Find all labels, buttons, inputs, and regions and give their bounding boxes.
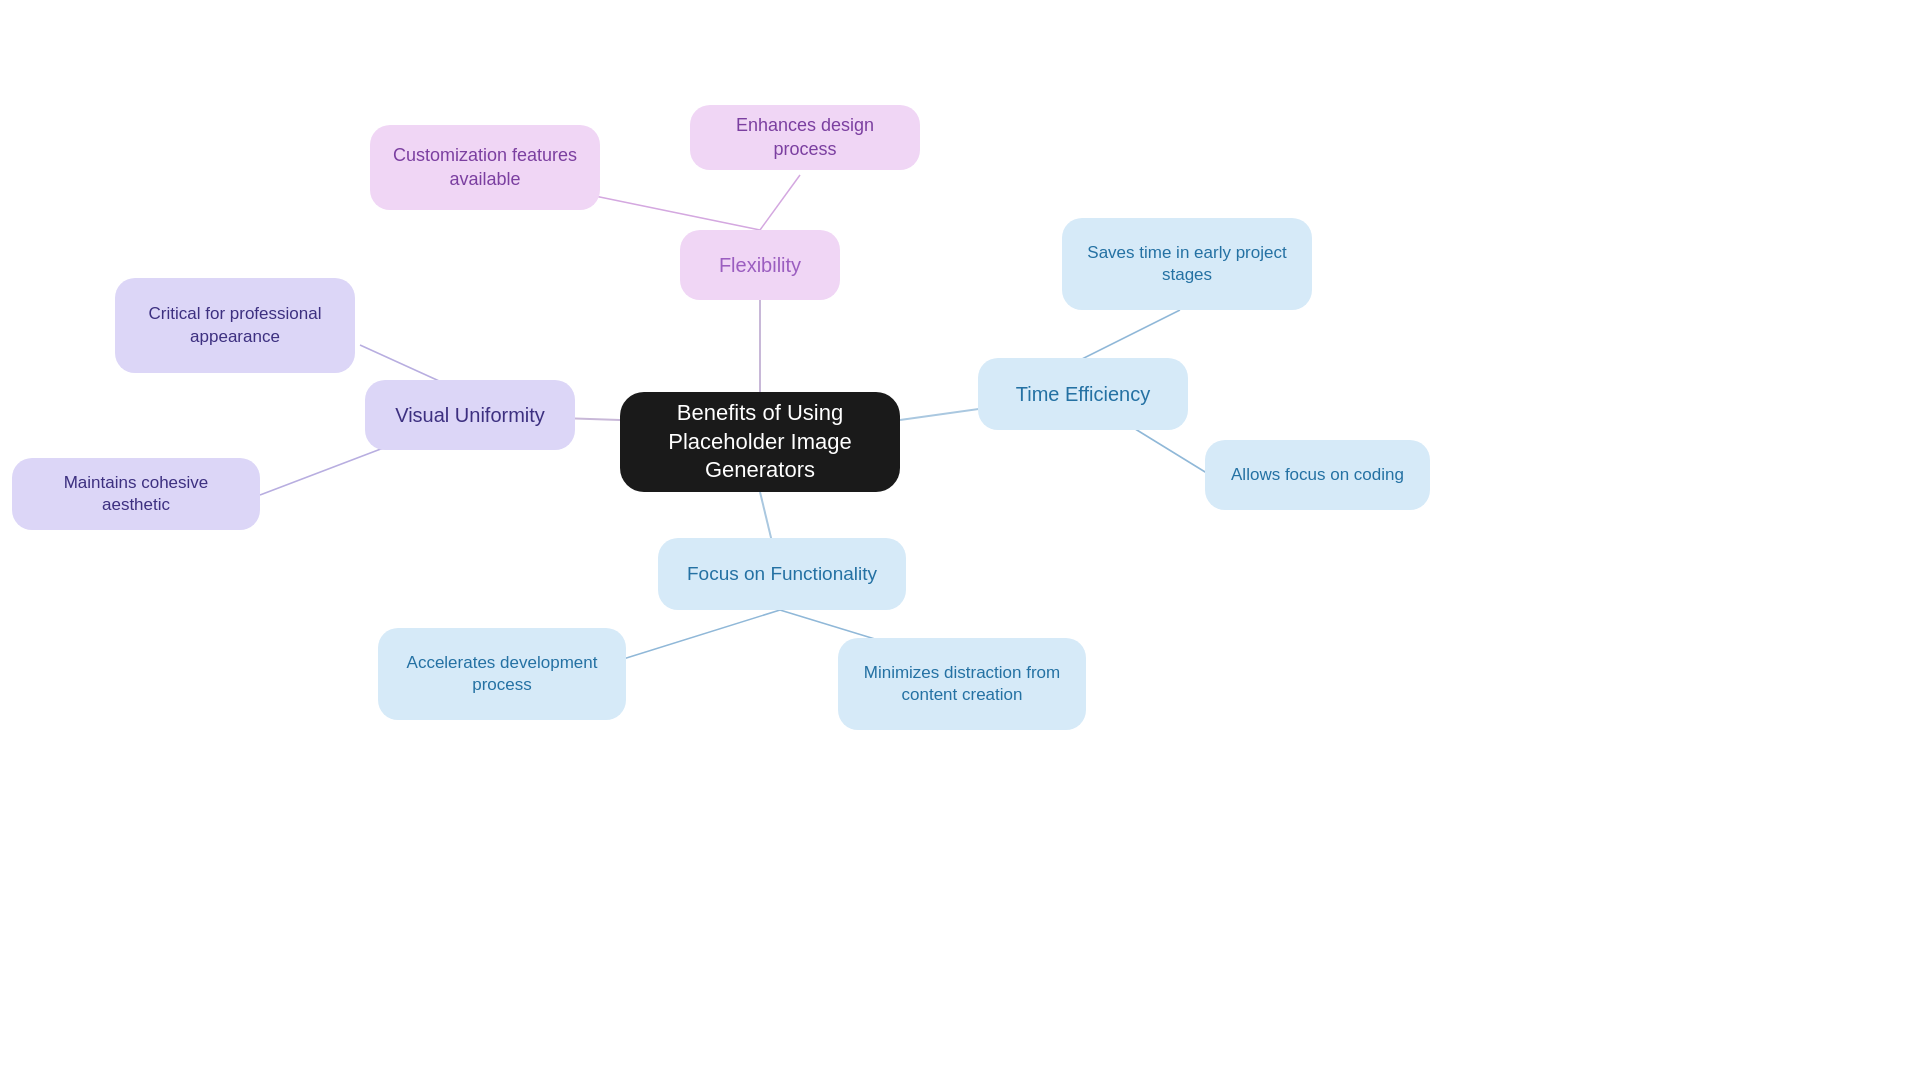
center-node: Benefits of Using Placeholder Image Gene… xyxy=(620,392,900,492)
allows-focus-node: Allows focus on coding xyxy=(1205,440,1430,510)
svg-line-5 xyxy=(760,175,800,230)
svg-line-8 xyxy=(1080,310,1180,360)
maintains-aesthetic-node: Maintains cohesive aesthetic xyxy=(12,458,260,530)
svg-line-4 xyxy=(590,195,760,230)
enhances-design-node: Enhances design process xyxy=(690,105,920,170)
svg-line-10 xyxy=(620,610,780,660)
visual-uniformity-node: Visual Uniformity xyxy=(365,380,575,450)
minimizes-distraction-node: Minimizes distraction from content creat… xyxy=(838,638,1086,730)
saves-time-node: Saves time in early project stages xyxy=(1062,218,1312,310)
focus-functionality-node: Focus on Functionality xyxy=(658,538,906,610)
flexibility-node: Flexibility xyxy=(680,230,840,300)
critical-professional-node: Critical for professional appearance xyxy=(115,278,355,373)
customization-node: Customization features available xyxy=(370,125,600,210)
time-efficiency-node: Time Efficiency xyxy=(978,358,1188,430)
accelerates-node: Accelerates development process xyxy=(378,628,626,720)
